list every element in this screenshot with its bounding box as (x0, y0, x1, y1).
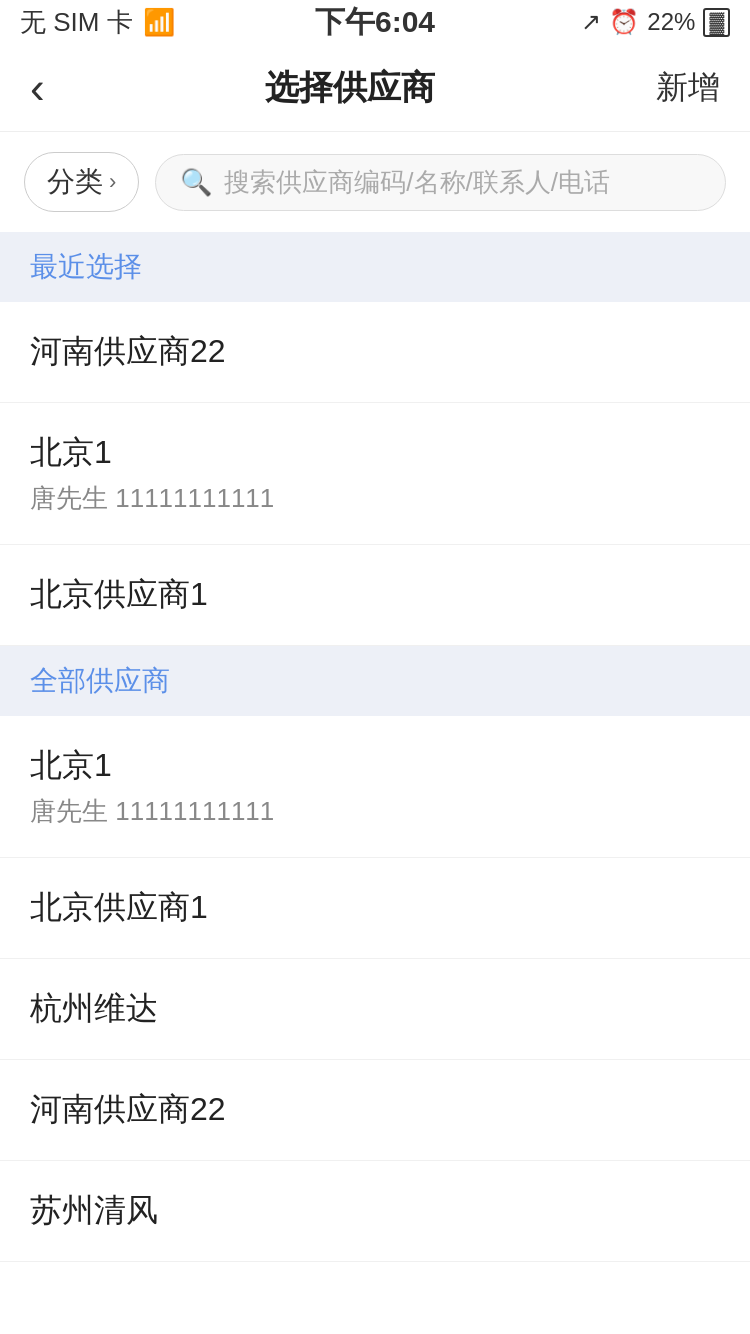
item-name: 北京1 (30, 431, 720, 475)
item-sub: 唐先生 11111111111 (30, 481, 720, 516)
alarm-icon: ⏰ (609, 8, 639, 36)
list-item[interactable]: 苏州清风 (0, 1161, 750, 1262)
status-right: ↗ ⏰ 22% ▓ (581, 8, 730, 37)
recent-section-header: 最近选择 (0, 232, 750, 302)
battery-icon: ▓ (703, 8, 730, 37)
search-icon: 🔍 (180, 167, 212, 198)
wifi-icon: 📶 (143, 7, 175, 38)
item-name: 杭州维达 (30, 987, 720, 1031)
nav-bar: ‹ 选择供应商 新增 (0, 44, 750, 132)
search-box: 🔍 (155, 154, 726, 211)
item-name: 河南供应商22 (30, 1088, 720, 1132)
item-name: 北京供应商1 (30, 573, 720, 617)
item-sub: 唐先生 11111111111 (30, 794, 720, 829)
battery-label: 22% (647, 8, 695, 36)
list-item[interactable]: 北京供应商1 (0, 858, 750, 959)
sim-label: 无 SIM 卡 (20, 5, 133, 40)
all-section-header: 全部供应商 (0, 646, 750, 716)
status-bar: 无 SIM 卡 📶 下午6:04 ↗ ⏰ 22% ▓ (0, 0, 750, 44)
recent-list: 河南供应商22 北京1 唐先生 11111111111 北京供应商1 (0, 302, 750, 646)
list-item[interactable]: 河南供应商22 (0, 302, 750, 403)
chevron-right-icon: › (109, 169, 116, 195)
item-name: 北京1 (30, 744, 720, 788)
status-left: 无 SIM 卡 📶 (20, 5, 175, 40)
item-name: 苏州清风 (30, 1189, 720, 1233)
all-list: 北京1 唐先生 11111111111 北京供应商1 杭州维达河南供应商22 苏州清风 (0, 716, 750, 1262)
list-item[interactable]: 北京1 唐先生 11111111111 (0, 716, 750, 858)
list-item[interactable]: 北京1 唐先生 11111111111 (0, 403, 750, 545)
list-item[interactable]: 北京供应商1 (0, 545, 750, 646)
search-input[interactable] (224, 167, 701, 198)
all-section-title: 全部供应商 (30, 665, 170, 696)
back-button[interactable]: ‹ (30, 66, 45, 110)
item-name: 河南供应商22 (30, 330, 720, 374)
filter-row: 分类 › 🔍 (0, 132, 750, 232)
list-item[interactable]: 河南供应商22 (0, 1060, 750, 1161)
page-title: 选择供应商 (265, 65, 435, 111)
category-button[interactable]: 分类 › (24, 152, 139, 212)
list-item[interactable]: 杭州维达 (0, 959, 750, 1060)
add-button[interactable]: 新增 (656, 66, 720, 110)
status-time: 下午6:04 (315, 2, 435, 43)
location-icon: ↗ (581, 8, 601, 36)
item-name: 北京供应商1 (30, 886, 720, 930)
recent-section-title: 最近选择 (30, 251, 142, 282)
category-label: 分类 (47, 163, 103, 201)
